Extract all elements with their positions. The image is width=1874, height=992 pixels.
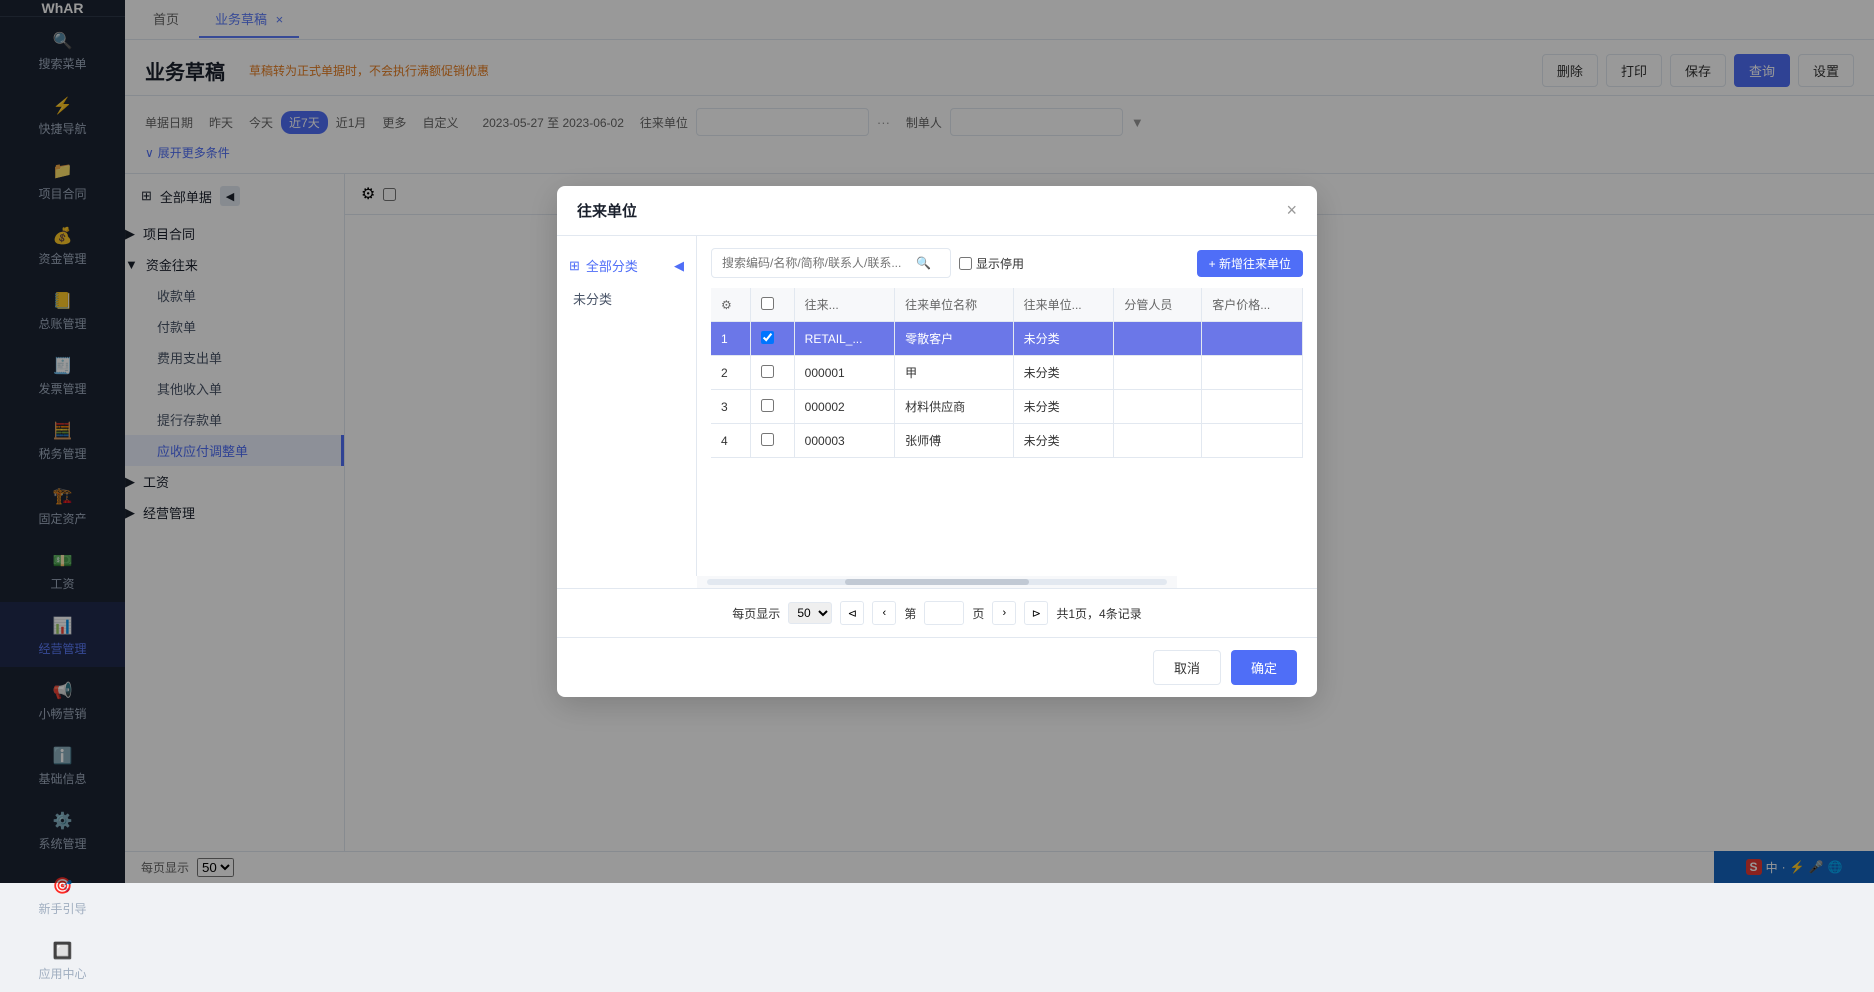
row-checkbox[interactable] (751, 356, 794, 390)
row-name: 零散客户 (895, 322, 1014, 356)
row-name: 张师傅 (895, 424, 1014, 458)
per-page-select[interactable]: 50 (788, 602, 832, 624)
total-label: 共1页，4条记录 (1056, 605, 1141, 622)
row-category: 未分类 (1013, 322, 1114, 356)
show-disabled-label: 显示停用 (959, 255, 1024, 272)
prev-page-btn[interactable]: ‹ (872, 601, 896, 625)
dialog-table-wrap: ⚙ 往来... 往来单位名称 往来单位... 分管人员 客户价格... 1 (711, 288, 1303, 458)
row-price (1202, 424, 1303, 458)
dialog-close-btn[interactable]: × (1286, 200, 1297, 221)
row-category: 未分类 (1013, 424, 1114, 458)
collapse-icon[interactable]: ◀ (674, 258, 684, 274)
row-code: 000002 (794, 390, 894, 424)
dialog-toolbar: 🔍 显示停用 + 新增往来单位 (711, 248, 1303, 278)
col-price: 客户价格... (1202, 288, 1303, 322)
dialog-title: 往来单位 (577, 200, 637, 221)
dialog-table-row[interactable]: 2 000001 甲 未分类 (711, 356, 1303, 390)
col-category: 往来单位... (1013, 288, 1114, 322)
sidebar-item-app-center[interactable]: 🔲 应用中心 (0, 927, 125, 992)
row-code: 000003 (794, 424, 894, 458)
row-category: 未分类 (1013, 356, 1114, 390)
search-box[interactable]: 🔍 (711, 248, 951, 278)
col-name: 往来单位名称 (895, 288, 1014, 322)
col-settings: ⚙ (711, 288, 751, 322)
cancel-btn[interactable]: 取消 (1153, 650, 1221, 685)
show-disabled-checkbox[interactable] (959, 257, 972, 270)
sidebar-icon-app-center: 🔲 (53, 941, 73, 961)
row-price (1202, 390, 1303, 424)
all-category-header[interactable]: ⊞ 全部分类 ◀ (557, 248, 696, 283)
add-partner-btn[interactable]: + 新增往来单位 (1197, 250, 1303, 277)
dialog-table-body: 1 RETAIL_... 零散客户 未分类 2 000001 甲 未分类 3 0… (711, 322, 1303, 458)
row-checkbox[interactable] (751, 424, 794, 458)
row-name: 甲 (895, 356, 1014, 390)
per-page-label: 每页显示 (732, 605, 780, 622)
dialog-right: 🔍 显示停用 + 新增往来单位 ⚙ (697, 236, 1317, 576)
row-no: 1 (711, 322, 751, 356)
dialog-header: 往来单位 × (557, 186, 1317, 236)
row-name: 材料供应商 (895, 390, 1014, 424)
sidebar-label-app-center: 应用中心 (38, 965, 86, 982)
page-label-post: 页 (972, 605, 984, 622)
dialog-table-row[interactable]: 1 RETAIL_... 零散客户 未分类 (711, 322, 1303, 356)
current-page-input[interactable]: 1 (924, 601, 964, 625)
col-check (751, 288, 794, 322)
dialog-pagination: 每页显示 50 ⊲ ‹ 第 1 页 › ⊳ 共1页，4条记录 (557, 588, 1317, 637)
row-no: 2 (711, 356, 751, 390)
select-all-dialog[interactable] (761, 297, 774, 310)
dialog-categories: ⊞ 全部分类 ◀ 未分类 (557, 236, 697, 576)
page-label-pre: 第 (904, 605, 916, 622)
confirm-btn[interactable]: 确定 (1231, 650, 1297, 685)
row-price (1202, 356, 1303, 390)
row-manager (1114, 356, 1202, 390)
dialog-body: ⊞ 全部分类 ◀ 未分类 🔍 显示停用 (557, 236, 1317, 576)
dialog-table-row[interactable]: 3 000002 材料供应商 未分类 (711, 390, 1303, 424)
dialog-table-header: ⚙ 往来... 往来单位名称 往来单位... 分管人员 客户价格... (711, 288, 1303, 322)
horizontal-scrollbar[interactable] (697, 576, 1177, 588)
next-page-btn[interactable]: › (992, 601, 1016, 625)
row-code: 000001 (794, 356, 894, 390)
dialog-table: ⚙ 往来... 往来单位名称 往来单位... 分管人员 客户价格... 1 (711, 288, 1303, 458)
row-manager (1114, 424, 1202, 458)
row-no: 4 (711, 424, 751, 458)
row-checkbox[interactable] (751, 390, 794, 424)
row-manager (1114, 322, 1202, 356)
first-page-btn[interactable]: ⊲ (840, 601, 864, 625)
dialog-footer: 取消 确定 (557, 637, 1317, 697)
last-page-btn[interactable]: ⊳ (1024, 601, 1048, 625)
row-category: 未分类 (1013, 390, 1114, 424)
col-code: 往来... (794, 288, 894, 322)
uncategorized-item[interactable]: 未分类 (557, 283, 696, 314)
col-manager: 分管人员 (1114, 288, 1202, 322)
dialog-table-row[interactable]: 4 000003 张师傅 未分类 (711, 424, 1303, 458)
row-checkbox[interactable] (751, 322, 794, 356)
row-code: RETAIL_... (794, 322, 894, 356)
row-manager (1114, 390, 1202, 424)
search-input[interactable] (722, 256, 912, 270)
category-grid-icon: ⊞ (569, 258, 580, 274)
row-price (1202, 322, 1303, 356)
sidebar-label-new-guide: 新手引导 (38, 900, 86, 917)
row-no: 3 (711, 390, 751, 424)
modal-overlay: 往来单位 × ⊞ 全部分类 ◀ 未分类 (0, 0, 1874, 883)
category-label: 全部分类 (586, 256, 638, 275)
partner-dialog: 往来单位 × ⊞ 全部分类 ◀ 未分类 (557, 186, 1317, 697)
search-icon: 🔍 (916, 256, 931, 270)
